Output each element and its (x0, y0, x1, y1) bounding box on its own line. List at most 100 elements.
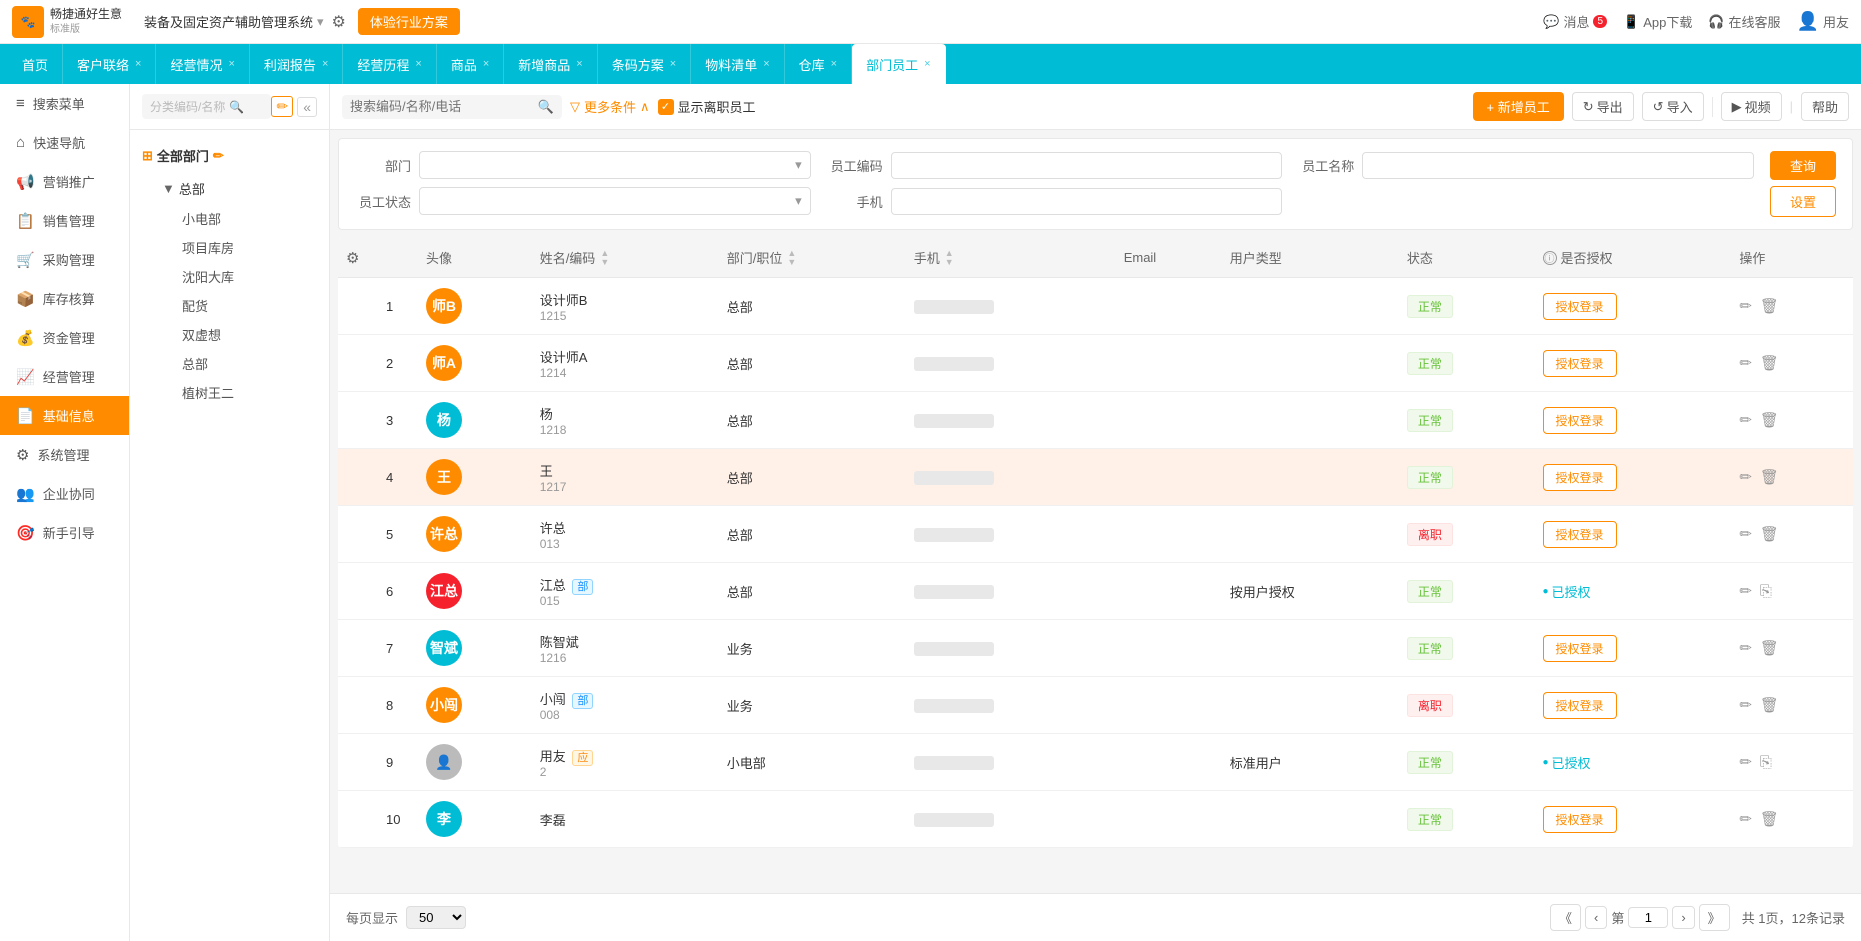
edit-icon[interactable]: ✏ (1739, 468, 1752, 486)
edit-icon[interactable]: ✏ (1739, 810, 1752, 828)
trial-button[interactable]: 体验行业方案 (358, 8, 460, 35)
dimission-checkbox[interactable]: ✓ (658, 99, 674, 115)
auth-button[interactable]: 授权登录 (1543, 464, 1617, 491)
online-service-action[interactable]: 🎧 在线客服 (1708, 12, 1780, 31)
edit-icon[interactable]: ✏ (1739, 753, 1752, 771)
edit-icon[interactable]: ✏ (1739, 297, 1752, 315)
tab-bom[interactable]: 物料清单 × (691, 44, 784, 84)
delete-icon[interactable]: 🗑 (1760, 354, 1779, 372)
edit-all-icon[interactable]: ✏ (213, 148, 224, 164)
tab-history[interactable]: 经营历程 × (343, 44, 436, 84)
sort-icon-name[interactable]: ▲▼ (600, 249, 609, 267)
dept-zhishu[interactable]: 植树王二 (170, 378, 329, 407)
edit-icon[interactable]: ✏ (1739, 582, 1752, 600)
tab-warehouse[interactable]: 仓库 × (785, 44, 852, 84)
sidebar-item-search[interactable]: ≡ 搜索菜单 (0, 84, 129, 123)
sidebar-item-purchase[interactable]: 🛒 采购管理 (0, 240, 129, 279)
close-icon[interactable]: × (415, 58, 421, 70)
auth-button[interactable]: 授权登录 (1543, 407, 1617, 434)
page-input[interactable] (1628, 907, 1668, 928)
tab-home[interactable]: 首页 (8, 44, 63, 84)
auth-button[interactable]: 授权登录 (1543, 350, 1617, 377)
user-action[interactable]: 👤 用友 (1797, 11, 1849, 32)
close-icon[interactable]: × (831, 58, 837, 70)
copy-icon[interactable]: ⎘ (1760, 754, 1772, 771)
prev-page-button[interactable]: ‹ (1585, 906, 1607, 929)
auth-button[interactable]: 授权登录 (1543, 293, 1617, 320)
dept-general-sub[interactable]: 总部 (170, 349, 329, 378)
edit-icon[interactable]: ✏ (1739, 354, 1752, 372)
sort-icon-phone[interactable]: ▲▼ (945, 249, 954, 267)
show-dimission-wrap[interactable]: ✓ 显示离职员工 (658, 97, 756, 116)
query-button[interactable]: 查询 (1770, 151, 1836, 180)
close-icon[interactable]: × (483, 58, 489, 70)
settings-icon[interactable]: ⚙ (332, 12, 346, 32)
sidebar-item-system[interactable]: ⚙ 系统管理 (0, 435, 129, 474)
auth-button[interactable]: 授权登录 (1543, 635, 1617, 662)
auth-button[interactable]: 授权登录 (1543, 692, 1617, 719)
edit-icon[interactable]: ✏ (1739, 639, 1752, 657)
tab-operation[interactable]: 经营情况 × (156, 44, 249, 84)
search-icon[interactable]: 🔍 (538, 99, 554, 115)
copy-icon[interactable]: ⎘ (1760, 583, 1772, 600)
sidebar-item-basic[interactable]: 📄 基础信息 (0, 396, 129, 435)
delete-icon[interactable]: 🗑 (1760, 810, 1779, 828)
filter-dept-select[interactable]: ▾ (419, 151, 811, 179)
filter-status-select[interactable]: ▾ (419, 187, 811, 215)
last-page-button[interactable]: 》 (1699, 904, 1730, 931)
dept-distribution[interactable]: 配货 (170, 291, 329, 320)
dept-shenyang[interactable]: 沈阳大库 (170, 262, 329, 291)
close-icon[interactable]: × (322, 58, 328, 70)
sidebar-item-sales[interactable]: 📋 销售管理 (0, 201, 129, 240)
sidebar-item-guide[interactable]: 🎯 新手引导 (0, 513, 129, 552)
edit-icon[interactable]: ✏ (1739, 411, 1752, 429)
close-icon[interactable]: × (670, 58, 676, 70)
gear-icon[interactable]: ⚙ (346, 250, 359, 267)
dropdown-icon[interactable]: ▾ (317, 14, 324, 30)
delete-icon[interactable]: 🗑 (1760, 696, 1779, 714)
message-action[interactable]: 💬 消息 5 (1543, 12, 1607, 31)
import-button[interactable]: ↺ 导入 (1642, 92, 1704, 121)
export-button[interactable]: ↻ 导出 (1572, 92, 1634, 121)
tab-department[interactable]: 部门员工 × (852, 44, 945, 84)
view-button[interactable]: ▶ 视频 (1721, 92, 1782, 121)
tab-add-goods[interactable]: 新增商品 × (504, 44, 597, 84)
first-page-button[interactable]: 《 (1550, 904, 1581, 931)
all-dept-header[interactable]: ⊞ 全部部门 ✏ (130, 138, 329, 173)
filter-phone-input[interactable] (891, 188, 1283, 215)
edit-dept-icon[interactable]: ✏ (271, 96, 293, 117)
add-employee-button[interactable]: + 新增员工 (1473, 92, 1564, 121)
sidebar-item-finance[interactable]: 💰 资金管理 (0, 318, 129, 357)
page-size-select[interactable]: 50 100 (406, 906, 466, 929)
next-page-button[interactable]: › (1672, 906, 1694, 929)
delete-icon[interactable]: 🗑 (1760, 468, 1779, 486)
dept-general[interactable]: ▼ 总部 (150, 173, 329, 204)
close-icon[interactable]: × (576, 58, 582, 70)
tab-barcode[interactable]: 条码方案 × (598, 44, 691, 84)
edit-icon[interactable]: ✏ (1739, 525, 1752, 543)
sidebar-item-management[interactable]: 📈 经营管理 (0, 357, 129, 396)
delete-icon[interactable]: 🗑 (1760, 297, 1779, 315)
more-filter-btn[interactable]: ▽ 更多条件 ∧ (570, 97, 650, 116)
auth-button[interactable]: 授权登录 (1543, 806, 1617, 833)
dept-shuang[interactable]: 双虚想 (170, 320, 329, 349)
sidebar-item-nav[interactable]: ⌂ 快速导航 (0, 123, 129, 162)
dept-project[interactable]: 项目库房 (170, 233, 329, 262)
delete-icon[interactable]: 🗑 (1760, 411, 1779, 429)
sidebar-item-collab[interactable]: 👥 企业协同 (0, 474, 129, 513)
close-icon[interactable]: × (135, 58, 141, 70)
sidebar-item-marketing[interactable]: 📢 营销推广 (0, 162, 129, 201)
edit-icon[interactable]: ✏ (1739, 696, 1752, 714)
filter-empcode-input[interactable] (891, 152, 1283, 179)
close-icon[interactable]: × (763, 58, 769, 70)
delete-icon[interactable]: 🗑 (1760, 639, 1779, 657)
auth-button[interactable]: 授权登录 (1543, 521, 1617, 548)
filter-empname-input[interactable] (1362, 152, 1754, 179)
sort-icon-dept[interactable]: ▲▼ (787, 249, 796, 267)
help-button[interactable]: 帮助 (1801, 92, 1849, 121)
close-icon[interactable]: × (228, 58, 234, 70)
collapse-panel-btn[interactable]: « (297, 97, 317, 117)
search-input[interactable] (350, 99, 534, 114)
tab-profit[interactable]: 利润报告 × (250, 44, 343, 84)
reset-button[interactable]: 设置 (1770, 186, 1836, 217)
